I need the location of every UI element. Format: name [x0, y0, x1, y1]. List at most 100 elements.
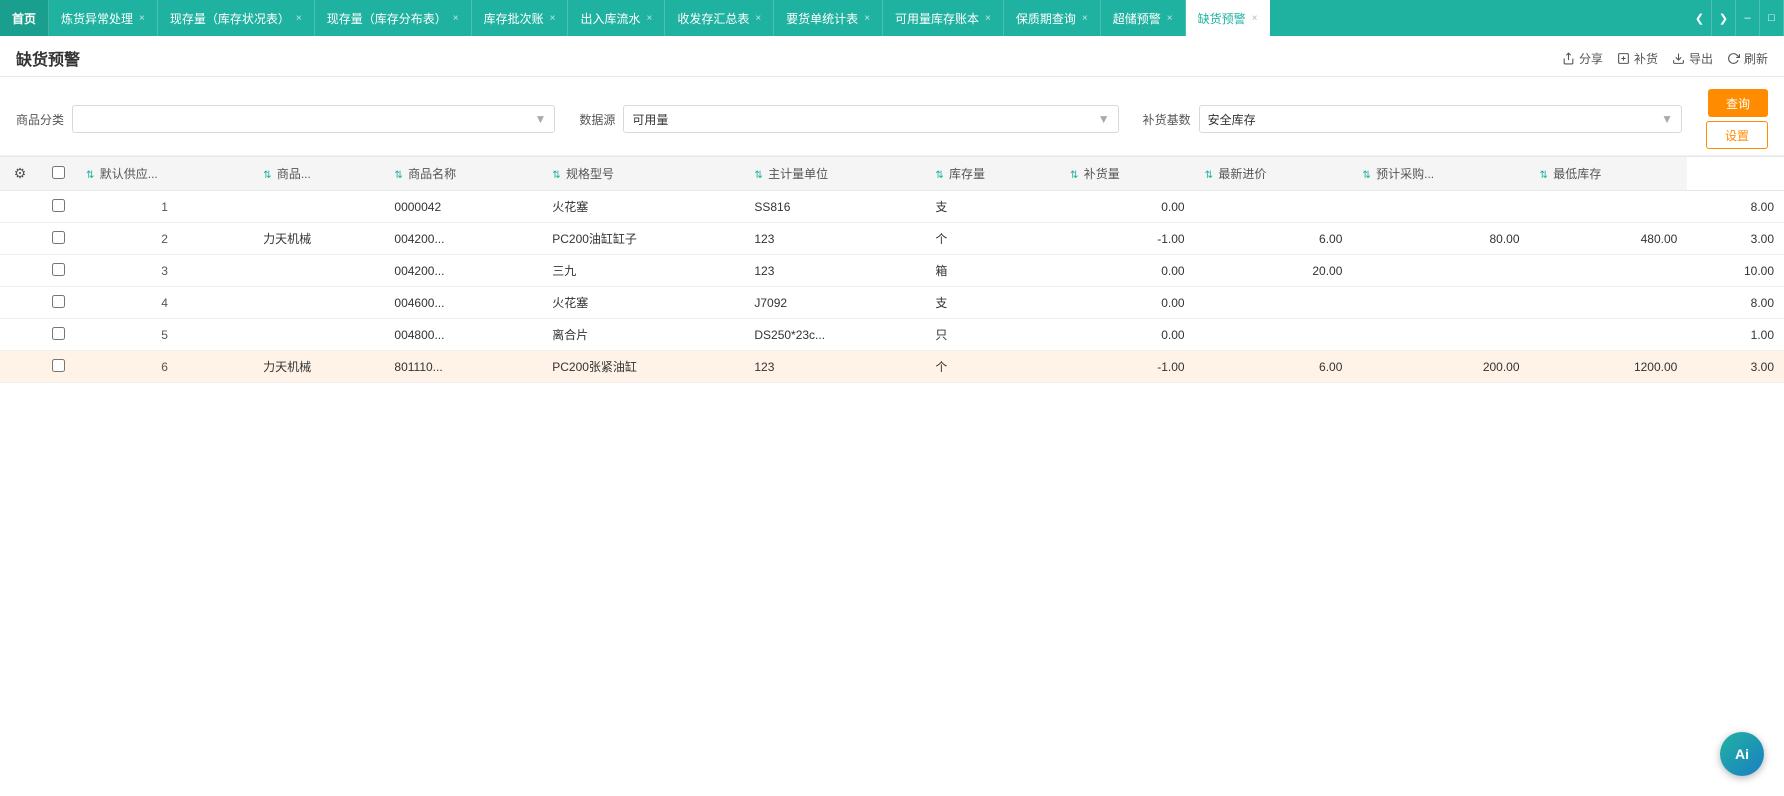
th-gear[interactable]: ⚙: [0, 157, 40, 191]
query-button[interactable]: 查询: [1708, 89, 1768, 117]
tab-expiry[interactable]: 保质期查询 ×: [1004, 0, 1101, 36]
th-code-label: 商品...: [277, 167, 311, 181]
row-check-cell[interactable]: [40, 223, 76, 255]
replenish-button[interactable]: 补货: [1617, 50, 1658, 67]
tab-summary-close[interactable]: ×: [755, 13, 761, 24]
tab-inventory-status[interactable]: 现存量（库存状况表） ×: [158, 0, 315, 36]
select-all-checkbox[interactable]: [52, 166, 65, 179]
row-stock: 0.00: [1060, 191, 1195, 223]
refresh-icon: [1727, 52, 1740, 65]
tab-inventory-dist[interactable]: 现存量（库存分布表） ×: [315, 0, 472, 36]
row-supplier: [253, 319, 384, 351]
th-unit[interactable]: ⇅ 主计量单位: [744, 157, 925, 191]
tab-minimize-btn[interactable]: –: [1736, 0, 1760, 36]
tab-overstock[interactable]: 超储预警 ×: [1101, 0, 1186, 36]
row-check-cell[interactable]: [40, 351, 76, 383]
row-checkbox[interactable]: [52, 231, 65, 244]
row-estimated-purchase: 1200.00: [1530, 351, 1688, 383]
tab-order-stat-close[interactable]: ×: [864, 13, 870, 24]
row-supplier: [253, 287, 384, 319]
row-checkbox[interactable]: [52, 295, 65, 308]
th-stock-label: 库存量: [949, 167, 985, 181]
tab-available[interactable]: 可用量库存账本 ×: [883, 0, 1004, 36]
row-gear-cell[interactable]: [0, 351, 40, 383]
tab-flow[interactable]: 出入库流水 ×: [568, 0, 665, 36]
share-button[interactable]: 分享: [1562, 50, 1603, 67]
tab-batch-close[interactable]: ×: [550, 13, 556, 24]
th-stock[interactable]: ⇅ 库存量: [925, 157, 1060, 191]
row-stock: 0.00: [1060, 255, 1195, 287]
export-icon: [1672, 52, 1685, 65]
row-gear-cell[interactable]: [0, 319, 40, 351]
row-checkbox[interactable]: [52, 199, 65, 212]
tab-home[interactable]: 首页: [0, 0, 49, 36]
row-gear-cell[interactable]: [0, 287, 40, 319]
tab-shortage-close[interactable]: ×: [1252, 13, 1258, 24]
row-replenish: 6.00: [1195, 223, 1353, 255]
table-body: 1 0000042 火花塞 SS816 支 0.00 8.00 2 力天机械 0…: [0, 191, 1784, 383]
sort-icon-est: ⇅: [1362, 170, 1370, 181]
tab-refine-close[interactable]: ×: [139, 13, 145, 24]
row-min-stock: 8.00: [1687, 287, 1784, 319]
tab-overstock-close[interactable]: ×: [1167, 13, 1173, 24]
th-default-supplier[interactable]: ⇅ 默认供应...: [76, 157, 253, 191]
th-product-name[interactable]: ⇅ 商品名称: [384, 157, 542, 191]
row-check-cell[interactable]: [40, 287, 76, 319]
tab-inventory-dist-label: 现存量（库存分布表）: [327, 10, 447, 27]
tab-flow-close[interactable]: ×: [646, 13, 652, 24]
tab-expiry-close[interactable]: ×: [1082, 13, 1088, 24]
table-row: 5 004800... 离合片 DS250*23c... 只 0.00 1.00: [0, 319, 1784, 351]
tab-shortage[interactable]: 缺货预警 ×: [1186, 0, 1271, 36]
tab-refine[interactable]: 炼货异常处理 ×: [49, 0, 158, 36]
th-unit-label: 主计量单位: [768, 167, 828, 181]
row-latest-price: 200.00: [1352, 351, 1529, 383]
th-latest-price[interactable]: ⇅ 最新进价: [1195, 157, 1353, 191]
row-unit: 个: [925, 223, 1060, 255]
th-check[interactable]: [40, 157, 76, 191]
tab-bar: 首页 炼货异常处理 × 现存量（库存状况表） × 现存量（库存分布表） × 库存…: [0, 0, 1784, 36]
row-gear-cell[interactable]: [0, 191, 40, 223]
row-gear-cell[interactable]: [0, 255, 40, 287]
ai-badge[interactable]: Ai: [1720, 732, 1764, 776]
row-replenish: [1195, 287, 1353, 319]
refresh-button[interactable]: 刷新: [1727, 50, 1768, 67]
tab-available-close[interactable]: ×: [985, 13, 991, 24]
row-estimated-purchase: [1530, 191, 1688, 223]
sort-icon-min: ⇅: [1540, 170, 1548, 181]
settings-button[interactable]: 设置: [1706, 121, 1768, 149]
tab-batch[interactable]: 库存批次账 ×: [472, 0, 569, 36]
row-num: 5: [76, 319, 253, 351]
tab-maximize-btn[interactable]: □: [1760, 0, 1784, 36]
export-button[interactable]: 导出: [1672, 50, 1713, 67]
replenish-base-select[interactable]: 安全库存 ▼: [1199, 105, 1682, 133]
th-min-stock[interactable]: ⇅ 最低库存: [1530, 157, 1688, 191]
th-spec[interactable]: ⇅ 规格型号: [542, 157, 744, 191]
row-stock: 0.00: [1060, 319, 1195, 351]
row-check-cell[interactable]: [40, 255, 76, 287]
tab-inventory-dist-close[interactable]: ×: [453, 13, 459, 24]
row-name: 火花塞: [542, 287, 744, 319]
row-num: 4: [76, 287, 253, 319]
datasource-select[interactable]: 可用量 ▼: [623, 105, 1118, 133]
row-check-cell[interactable]: [40, 319, 76, 351]
row-num: 2: [76, 223, 253, 255]
tab-inventory-status-close[interactable]: ×: [296, 13, 302, 24]
tab-summary[interactable]: 收发存汇总表 ×: [665, 0, 774, 36]
row-check-cell[interactable]: [40, 191, 76, 223]
row-min-stock: 8.00: [1687, 191, 1784, 223]
category-label: 商品分类: [16, 111, 64, 128]
table-row: 3 004200... 三九 123 箱 0.00 20.00 10.00: [0, 255, 1784, 287]
row-checkbox[interactable]: [52, 359, 65, 372]
row-gear-cell[interactable]: [0, 223, 40, 255]
category-select[interactable]: ▼: [72, 105, 555, 133]
row-checkbox[interactable]: [52, 263, 65, 276]
tab-order-stat[interactable]: 要货单统计表 ×: [774, 0, 883, 36]
th-replenish[interactable]: ⇅ 补货量: [1060, 157, 1195, 191]
tab-next-btn[interactable]: ❯: [1712, 0, 1736, 36]
th-product-code[interactable]: ⇅ 商品...: [253, 157, 384, 191]
row-checkbox[interactable]: [52, 327, 65, 340]
category-chevron-icon: ▼: [534, 112, 546, 126]
th-min-label: 最低库存: [1553, 167, 1601, 181]
tab-prev-btn[interactable]: ❮: [1688, 0, 1712, 36]
th-estimated-purchase[interactable]: ⇅ 预计采购...: [1352, 157, 1529, 191]
